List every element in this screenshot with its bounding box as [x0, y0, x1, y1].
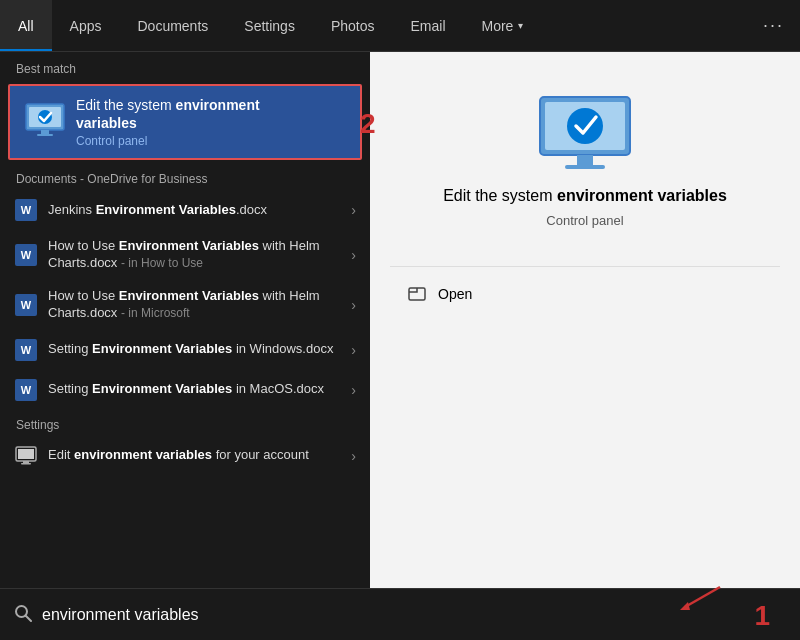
divider [390, 266, 780, 267]
chevron-down-icon: ▾ [518, 20, 523, 31]
svg-rect-13 [565, 165, 605, 169]
doc-item-2-text: How to Use Environment Variables with He… [48, 238, 343, 272]
chevron-right-icon-4: › [351, 342, 356, 358]
open-action-label: Open [438, 286, 472, 302]
nav-settings-label: Settings [244, 18, 295, 34]
top-nav: All Apps Documents Settings Photos Email… [0, 0, 800, 52]
open-action[interactable]: Open [390, 275, 780, 313]
word-icon-4: W [14, 338, 38, 362]
chevron-right-icon-settings: › [351, 448, 356, 464]
doc-item-5-text: Setting Environment Variables in MacOS.d… [48, 381, 343, 398]
svg-line-18 [685, 587, 720, 607]
nav-more-label: More [482, 18, 514, 34]
detail-icon [535, 92, 635, 186]
chevron-right-icon-5: › [351, 382, 356, 398]
doc-item-5[interactable]: W Setting Environment Variables in MacOS… [0, 370, 370, 410]
badge-2: 2 [360, 108, 376, 140]
badge-1: 1 [754, 600, 770, 632]
svg-rect-7 [23, 461, 29, 463]
svg-rect-15 [412, 292, 422, 298]
control-panel-icon [24, 102, 64, 142]
best-match-subtitle: Control panel [76, 134, 260, 148]
search-bar: 1 [0, 588, 800, 640]
nav-apps[interactable]: Apps [52, 0, 120, 51]
svg-rect-3 [41, 130, 49, 134]
nav-dots-label: ··· [763, 15, 784, 36]
docs-section-label: Documents - OneDrive for Business [0, 164, 370, 190]
svg-rect-4 [37, 134, 53, 136]
main-content: Best match Edit the system environmentv [0, 52, 800, 588]
doc-item-1-text: Jenkins Environment Variables.docx [48, 202, 343, 219]
chevron-right-icon-3: › [351, 297, 356, 313]
monitor-svg [24, 102, 66, 140]
nav-all-label: All [18, 18, 34, 34]
nav-photos-label: Photos [331, 18, 375, 34]
nav-documents[interactable]: Documents [119, 0, 226, 51]
best-match-text: Edit the system environmentvariables Con… [76, 96, 260, 148]
word-icon-3: W [14, 293, 38, 317]
search-input[interactable] [42, 606, 786, 624]
doc-item-4-text: Setting Environment Variables in Windows… [48, 341, 343, 358]
settings-section-label: Settings [0, 410, 370, 436]
detail-subtitle: Control panel [546, 213, 623, 228]
chevron-right-icon-1: › [351, 202, 356, 218]
doc-item-2[interactable]: W How to Use Environment Variables with … [0, 230, 370, 280]
best-match-title: Edit the system environmentvariables [76, 96, 260, 132]
nav-photos[interactable]: Photos [313, 0, 393, 51]
doc-item-4[interactable]: W Setting Environment Variables in Windo… [0, 330, 370, 370]
open-icon [406, 283, 428, 305]
best-match-item[interactable]: Edit the system environmentvariables Con… [8, 84, 362, 160]
nav-settings[interactable]: Settings [226, 0, 313, 51]
svg-line-17 [26, 615, 32, 621]
left-panel: Best match Edit the system environmentv [0, 52, 370, 588]
nav-more[interactable]: More ▾ [464, 0, 542, 51]
search-icon [14, 604, 32, 626]
svg-rect-12 [577, 155, 593, 165]
word-icon-1: W [14, 198, 38, 222]
nav-all[interactable]: All [0, 0, 52, 51]
doc-item-3-text: How to Use Environment Variables with He… [48, 288, 343, 322]
settings-item-1[interactable]: Edit environment variables for your acco… [0, 436, 370, 476]
doc-item-1[interactable]: W Jenkins Environment Variables.docx › [0, 190, 370, 230]
nav-email[interactable]: Email [392, 0, 463, 51]
svg-point-11 [567, 108, 603, 144]
best-match-label: Best match [0, 52, 370, 82]
settings-monitor-icon [14, 444, 38, 468]
word-icon-2: W [14, 243, 38, 267]
settings-item-1-text: Edit environment variables for your acco… [48, 447, 343, 464]
nav-documents-label: Documents [137, 18, 208, 34]
nav-overflow-button[interactable]: ··· [747, 0, 800, 51]
word-icon-5: W [14, 378, 38, 402]
right-panel: Edit the system environment variables Co… [370, 52, 800, 588]
nav-email-label: Email [410, 18, 445, 34]
svg-rect-6 [18, 449, 34, 459]
nav-apps-label: Apps [70, 18, 102, 34]
detail-title: Edit the system environment variables [443, 186, 727, 207]
chevron-right-icon-2: › [351, 247, 356, 263]
doc-item-3[interactable]: W How to Use Environment Variables with … [0, 280, 370, 330]
svg-rect-8 [21, 463, 31, 465]
detail-monitor-svg [535, 92, 635, 182]
